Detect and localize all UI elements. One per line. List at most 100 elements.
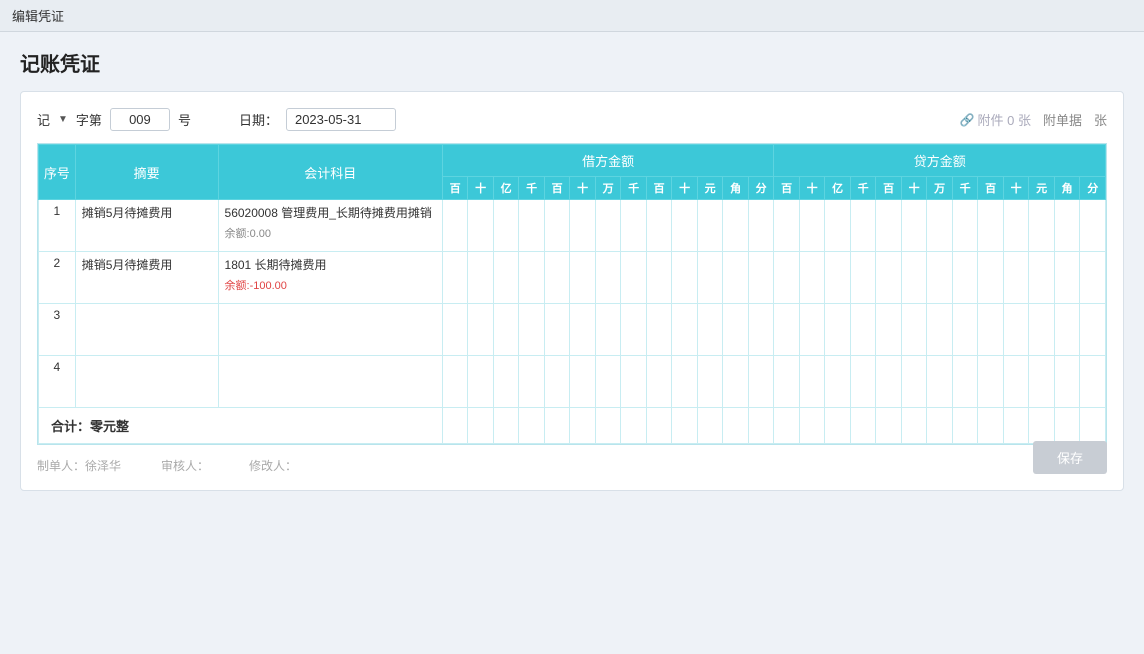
d2-2[interactable] [468, 252, 494, 304]
c3-10[interactable] [1003, 304, 1029, 356]
c3-8[interactable] [952, 304, 978, 356]
c1-12[interactable] [1054, 200, 1080, 252]
d2-11[interactable] [697, 252, 723, 304]
c4-6[interactable] [901, 356, 927, 408]
c2-11[interactable] [1029, 252, 1055, 304]
c1-4[interactable] [850, 200, 876, 252]
d4-9[interactable] [646, 356, 672, 408]
ji-dropdown-icon[interactable]: ▼ [58, 114, 68, 125]
d1-4[interactable] [519, 200, 545, 252]
d2-9[interactable] [646, 252, 672, 304]
d1-11[interactable] [697, 200, 723, 252]
c1-10[interactable] [1003, 200, 1029, 252]
d4-2[interactable] [468, 356, 494, 408]
d2-1[interactable] [442, 252, 468, 304]
c2-8[interactable] [952, 252, 978, 304]
save-button[interactable]: 保存 [1033, 441, 1107, 474]
c3-13[interactable] [1080, 304, 1106, 356]
c2-1[interactable] [774, 252, 800, 304]
c2-13[interactable] [1080, 252, 1106, 304]
c3-3[interactable] [825, 304, 851, 356]
account-3[interactable] [218, 304, 442, 356]
c2-7[interactable] [927, 252, 953, 304]
d2-4[interactable] [519, 252, 545, 304]
d2-3[interactable] [493, 252, 519, 304]
c3-9[interactable] [978, 304, 1004, 356]
c2-9[interactable] [978, 252, 1004, 304]
d3-4[interactable] [519, 304, 545, 356]
attachment-link[interactable]: 🔗 附件 0 张 [960, 110, 1031, 129]
d1-1[interactable] [442, 200, 468, 252]
c4-12[interactable] [1054, 356, 1080, 408]
c4-11[interactable] [1029, 356, 1055, 408]
c4-2[interactable] [799, 356, 825, 408]
c1-13[interactable] [1080, 200, 1106, 252]
d4-5[interactable] [544, 356, 570, 408]
d3-7[interactable] [595, 304, 621, 356]
c4-13[interactable] [1080, 356, 1106, 408]
d4-6[interactable] [570, 356, 596, 408]
d1-8[interactable] [621, 200, 647, 252]
d1-3[interactable] [493, 200, 519, 252]
c1-3[interactable] [825, 200, 851, 252]
c4-5[interactable] [876, 356, 902, 408]
d3-9[interactable] [646, 304, 672, 356]
c2-3[interactable] [825, 252, 851, 304]
account-1[interactable]: 56020008 管理费用_长期待摊费用摊销 余额:0.00 [218, 200, 442, 252]
c3-12[interactable] [1054, 304, 1080, 356]
d2-13[interactable] [748, 252, 774, 304]
d2-6[interactable] [570, 252, 596, 304]
d3-11[interactable] [697, 304, 723, 356]
d4-7[interactable] [595, 356, 621, 408]
c4-1[interactable] [774, 356, 800, 408]
d3-10[interactable] [672, 304, 698, 356]
c3-5[interactable] [876, 304, 902, 356]
c1-2[interactable] [799, 200, 825, 252]
c1-11[interactable] [1029, 200, 1055, 252]
c2-5[interactable] [876, 252, 902, 304]
d3-8[interactable] [621, 304, 647, 356]
d2-5[interactable] [544, 252, 570, 304]
c1-9[interactable] [978, 200, 1004, 252]
d1-7[interactable] [595, 200, 621, 252]
d1-6[interactable] [570, 200, 596, 252]
date-input[interactable] [286, 108, 396, 131]
account-2[interactable]: 1801 长期待摊费用 余额:-100.00 [218, 252, 442, 304]
d1-2[interactable] [468, 200, 494, 252]
c2-4[interactable] [850, 252, 876, 304]
account-4[interactable] [218, 356, 442, 408]
c1-1[interactable] [774, 200, 800, 252]
d3-5[interactable] [544, 304, 570, 356]
summary-2[interactable]: 摊销5月待摊费用 [75, 252, 218, 304]
c1-7[interactable] [927, 200, 953, 252]
summary-4[interactable] [75, 356, 218, 408]
c4-3[interactable] [825, 356, 851, 408]
d3-12[interactable] [723, 304, 749, 356]
d4-12[interactable] [723, 356, 749, 408]
d4-13[interactable] [748, 356, 774, 408]
summary-1[interactable]: 摊销5月待摊费用 [75, 200, 218, 252]
c3-11[interactable] [1029, 304, 1055, 356]
c2-10[interactable] [1003, 252, 1029, 304]
d2-7[interactable] [595, 252, 621, 304]
d4-3[interactable] [493, 356, 519, 408]
voucher-number-input[interactable] [110, 108, 170, 131]
c4-8[interactable] [952, 356, 978, 408]
c3-7[interactable] [927, 304, 953, 356]
c1-6[interactable] [901, 200, 927, 252]
d1-5[interactable] [544, 200, 570, 252]
c4-9[interactable] [978, 356, 1004, 408]
d4-4[interactable] [519, 356, 545, 408]
c1-8[interactable] [952, 200, 978, 252]
d1-10[interactable] [672, 200, 698, 252]
d2-12[interactable] [723, 252, 749, 304]
d3-13[interactable] [748, 304, 774, 356]
d2-8[interactable] [621, 252, 647, 304]
c4-7[interactable] [927, 356, 953, 408]
c3-4[interactable] [850, 304, 876, 356]
d3-3[interactable] [493, 304, 519, 356]
d1-12[interactable] [723, 200, 749, 252]
c3-1[interactable] [774, 304, 800, 356]
c2-12[interactable] [1054, 252, 1080, 304]
summary-3[interactable] [75, 304, 218, 356]
